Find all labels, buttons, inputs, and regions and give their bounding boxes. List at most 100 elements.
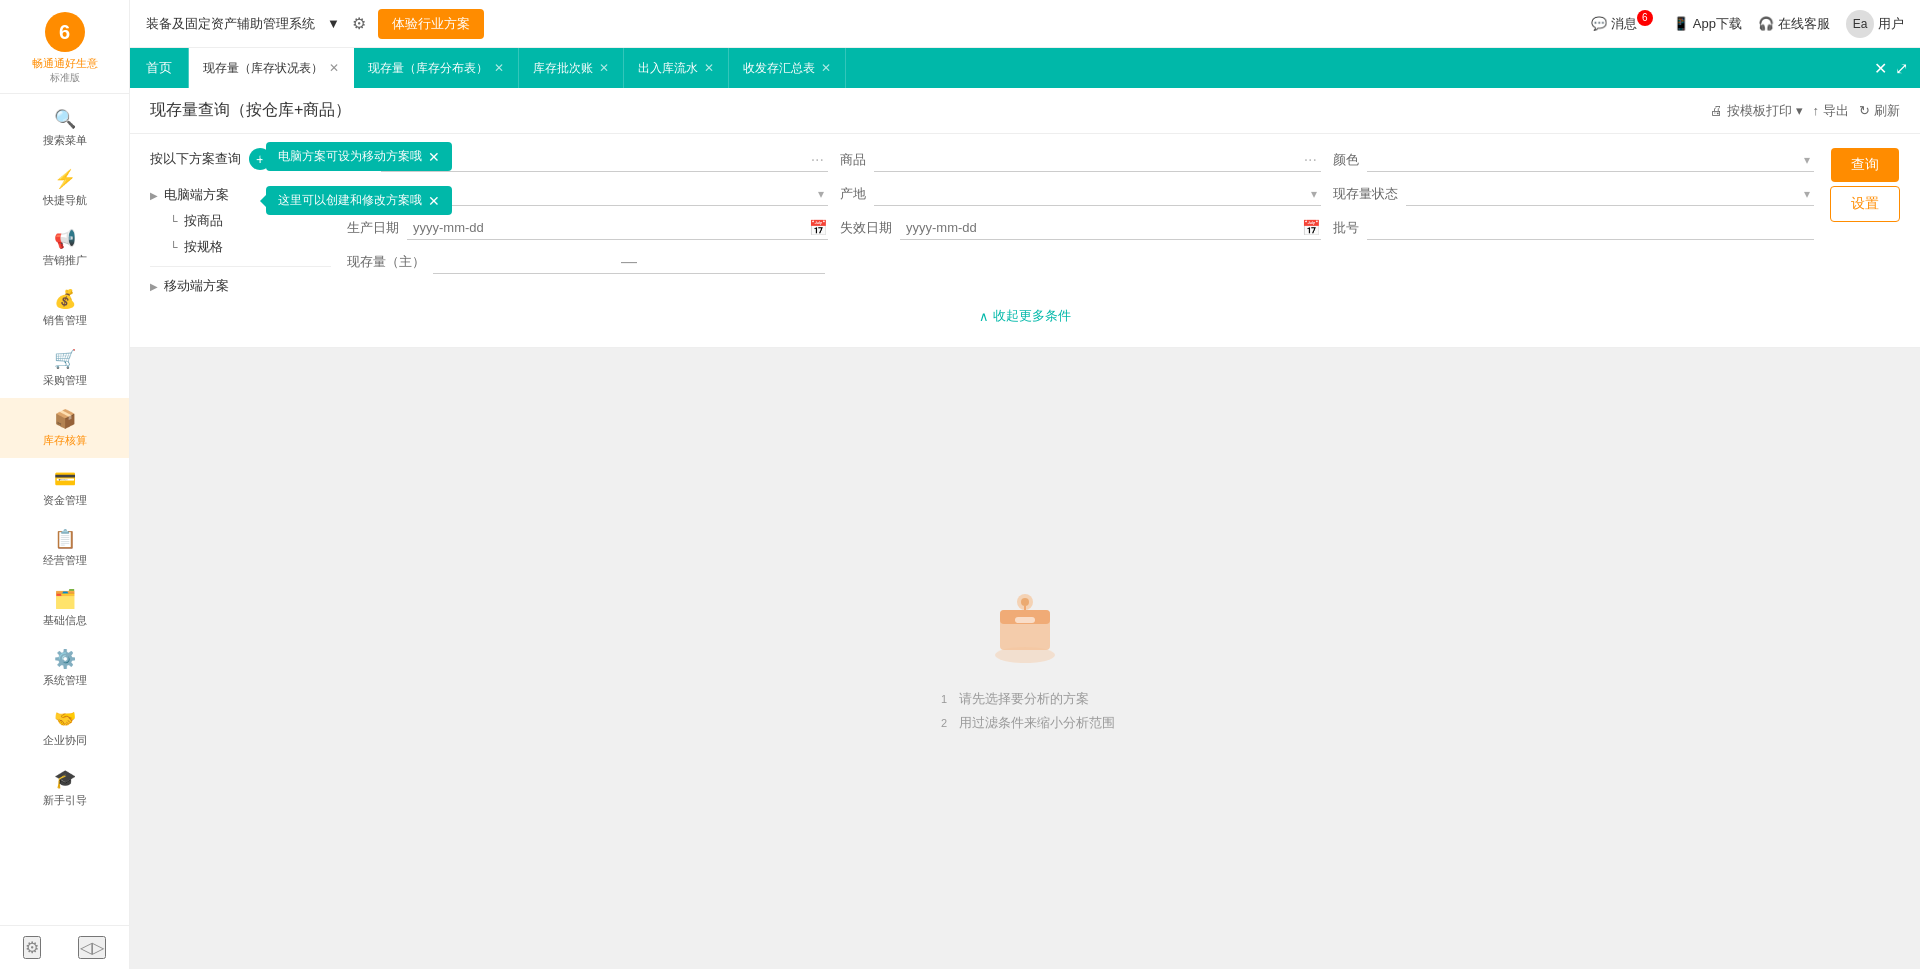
warehouse-dots[interactable]: ··· — [807, 151, 828, 169]
tab-recv-summary[interactable]: 收发存汇总表 ✕ — [729, 48, 846, 88]
expire-date-calendar-icon[interactable]: 📅 — [1302, 219, 1321, 237]
sidebar-item-marketing[interactable]: 📢 营销推广 — [0, 218, 129, 278]
app-download-item[interactable]: 📱 App下载 — [1673, 15, 1742, 33]
sidebar-item-operations[interactable]: 📋 经营管理 — [0, 518, 129, 578]
notification-item[interactable]: 💬 消息 6 — [1591, 15, 1657, 33]
empty-state: 1 请先选择要分析的方案 2 用过滤条件来缩小分析范围 — [130, 348, 1920, 969]
sidebar-logo: 6 畅通通好生意 标准版 — [0, 0, 129, 94]
empty-illustration — [980, 580, 1070, 670]
tab-close-recv-summary[interactable]: ✕ — [821, 61, 831, 75]
filter-stock-status-col: 现存量状态 ▾ — [1333, 182, 1814, 206]
avatar: Ea — [1846, 10, 1874, 38]
batch-input[interactable] — [1367, 216, 1814, 239]
filter-stock-main-col: 现存量（主） — — [347, 250, 767, 274]
phone-icon: 📱 — [1673, 16, 1689, 31]
filter-expire-date-col: 失效日期 📅 — [840, 216, 1321, 240]
guide-icon: 🎓 — [54, 768, 76, 790]
page-header: 现存量查询（按仓库+商品） 🖨 按模板打印 ▾ ↑ 导出 ↻ 刷新 — [130, 88, 1920, 134]
main-area: 装备及固定资产辅助管理系统 ▼ ⚙ 体验行业方案 💬 消息 6 📱 App下载 … — [130, 0, 1920, 969]
export-btn[interactable]: ↑ 导出 — [1813, 102, 1850, 120]
refresh-btn[interactable]: ↻ 刷新 — [1859, 102, 1900, 120]
sidebar-item-basic[interactable]: 🗂️ 基础信息 — [0, 578, 129, 638]
size-dropdown-icon: ▾ — [814, 187, 828, 201]
tab-close-inout-flow[interactable]: ✕ — [704, 61, 714, 75]
system-icon: ⚙️ — [54, 648, 76, 670]
tab-home[interactable]: 首页 — [130, 48, 189, 88]
collapse-btn-row: ∧ 收起更多条件 — [150, 299, 1900, 333]
stock-main-to[interactable] — [645, 250, 825, 273]
sidebar-item-sales[interactable]: 💰 销售管理 — [0, 278, 129, 338]
sidebar-nav: 🔍 搜索菜单 ⚡ 快捷导航 📢 营销推广 💰 销售管理 🛒 采购管理 📦 库存核… — [0, 94, 129, 925]
tab-batch-ledger[interactable]: 库存批次账 ✕ — [519, 48, 624, 88]
industry-btn[interactable]: 体验行业方案 — [378, 9, 484, 39]
sidebar-item-guide[interactable]: 🎓 新手引导 — [0, 758, 129, 818]
stock-main-from[interactable] — [433, 250, 613, 273]
search-btn[interactable]: 查询 — [1831, 148, 1899, 182]
tab-close-inventory-dist[interactable]: ✕ — [494, 61, 504, 75]
marketing-icon: 📢 — [54, 228, 76, 250]
purchase-icon: 🛒 — [54, 348, 76, 370]
origin-input[interactable] — [874, 182, 1307, 205]
produce-date-calendar-icon[interactable]: 📅 — [809, 219, 828, 237]
finance-icon: 💳 — [54, 468, 76, 490]
origin-dropdown-icon: ▾ — [1307, 187, 1321, 201]
expire-date-from[interactable] — [900, 216, 1298, 239]
quick-nav-icon: ⚡ — [54, 168, 76, 190]
print-dropdown-icon: ▾ — [1796, 103, 1803, 118]
stock-status-dropdown-icon: ▾ — [1800, 187, 1814, 201]
svg-rect-3 — [1015, 617, 1035, 623]
sidebar-item-search-menu[interactable]: 🔍 搜索菜单 — [0, 98, 129, 158]
scheme-tooltip-desktop: 电脑方案可设为移动方案哦 ✕ — [266, 142, 452, 171]
tab-inventory-status[interactable]: 现存量（库存状况表） ✕ — [189, 48, 354, 88]
filter-batch-col: 批号 — [1333, 216, 1814, 240]
notification-icon: 💬 — [1591, 16, 1607, 31]
topbar-gear-icon[interactable]: ⚙ — [352, 14, 366, 33]
produce-date-from[interactable] — [407, 216, 805, 239]
scheme-tooltip-close[interactable]: ✕ — [428, 149, 440, 165]
filter-origin-col: 产地 ▾ — [840, 182, 1321, 206]
topbar-right: 💬 消息 6 📱 App下载 🎧 在线客服 Ea 用户 — [1591, 10, 1904, 38]
user-item[interactable]: Ea 用户 — [1846, 10, 1904, 38]
enterprise-icon: 🤝 — [54, 708, 76, 730]
goods-label: 商品 — [840, 151, 866, 169]
batch-label: 批号 — [1333, 219, 1359, 237]
sidebar-item-quick-nav[interactable]: ⚡ 快捷导航 — [0, 158, 129, 218]
sidebar-item-inventory[interactable]: 📦 库存核算 — [0, 398, 129, 458]
svg-point-5 — [1021, 598, 1029, 606]
scheme-tooltip2-close[interactable]: ✕ — [428, 193, 440, 209]
system-dropdown-btn[interactable]: ▼ — [327, 16, 340, 31]
stock-status-input[interactable] — [1406, 182, 1800, 205]
sidebar-settings-btn[interactable]: ⚙ — [23, 936, 41, 959]
empty-tips: 1 请先选择要分析的方案 2 用过滤条件来缩小分析范围 — [935, 690, 1115, 738]
filter-fields: 仓库 ··· 商品 ··· — [347, 148, 1814, 278]
goods-dots[interactable]: ··· — [1300, 151, 1321, 169]
sidebar-item-finance[interactable]: 💳 资金管理 — [0, 458, 129, 518]
tip-item-2: 2 用过滤条件来缩小分析范围 — [935, 714, 1115, 732]
inventory-icon: 📦 — [54, 408, 76, 430]
sidebar-item-purchase[interactable]: 🛒 采购管理 — [0, 338, 129, 398]
tab-close-batch-ledger[interactable]: ✕ — [599, 61, 609, 75]
sidebar-collapse-btn[interactable]: ◁▷ — [78, 936, 106, 959]
system-name: 装备及固定资产辅助管理系统 — [146, 15, 315, 33]
search-menu-icon: 🔍 — [54, 108, 76, 130]
print-btn[interactable]: 🖨 按模板打印 ▾ — [1710, 102, 1803, 120]
expire-date-label: 失效日期 — [840, 219, 892, 237]
goods-input[interactable] — [874, 148, 1300, 171]
tab-close-all-btn[interactable]: ✕ — [1874, 59, 1887, 78]
tab-inout-flow[interactable]: 出入库流水 ✕ — [624, 48, 729, 88]
tab-close-inventory-status[interactable]: ✕ — [329, 61, 339, 75]
headset-icon: 🎧 — [1758, 16, 1774, 31]
color-input[interactable] — [1367, 148, 1800, 171]
stock-main-label: 现存量（主） — [347, 253, 425, 271]
tab-fullscreen-btn[interactable]: ⤢ — [1895, 59, 1908, 78]
scheme-desktop-spec[interactable]: └ 按规格 — [150, 234, 331, 260]
scheme-mobile[interactable]: ▶ 移动端方案 — [150, 273, 331, 299]
reset-btn[interactable]: 设置 — [1830, 186, 1900, 222]
collapse-btn[interactable]: ∧ 收起更多条件 — [979, 307, 1071, 325]
basic-icon: 🗂️ — [54, 588, 76, 610]
sidebar-item-enterprise[interactable]: 🤝 企业协同 — [0, 698, 129, 758]
sidebar-item-system[interactable]: ⚙️ 系统管理 — [0, 638, 129, 698]
operations-icon: 📋 — [54, 528, 76, 550]
online-support-item[interactable]: 🎧 在线客服 — [1758, 15, 1830, 33]
tab-inventory-dist[interactable]: 现存量（库存分布表） ✕ — [354, 48, 519, 88]
